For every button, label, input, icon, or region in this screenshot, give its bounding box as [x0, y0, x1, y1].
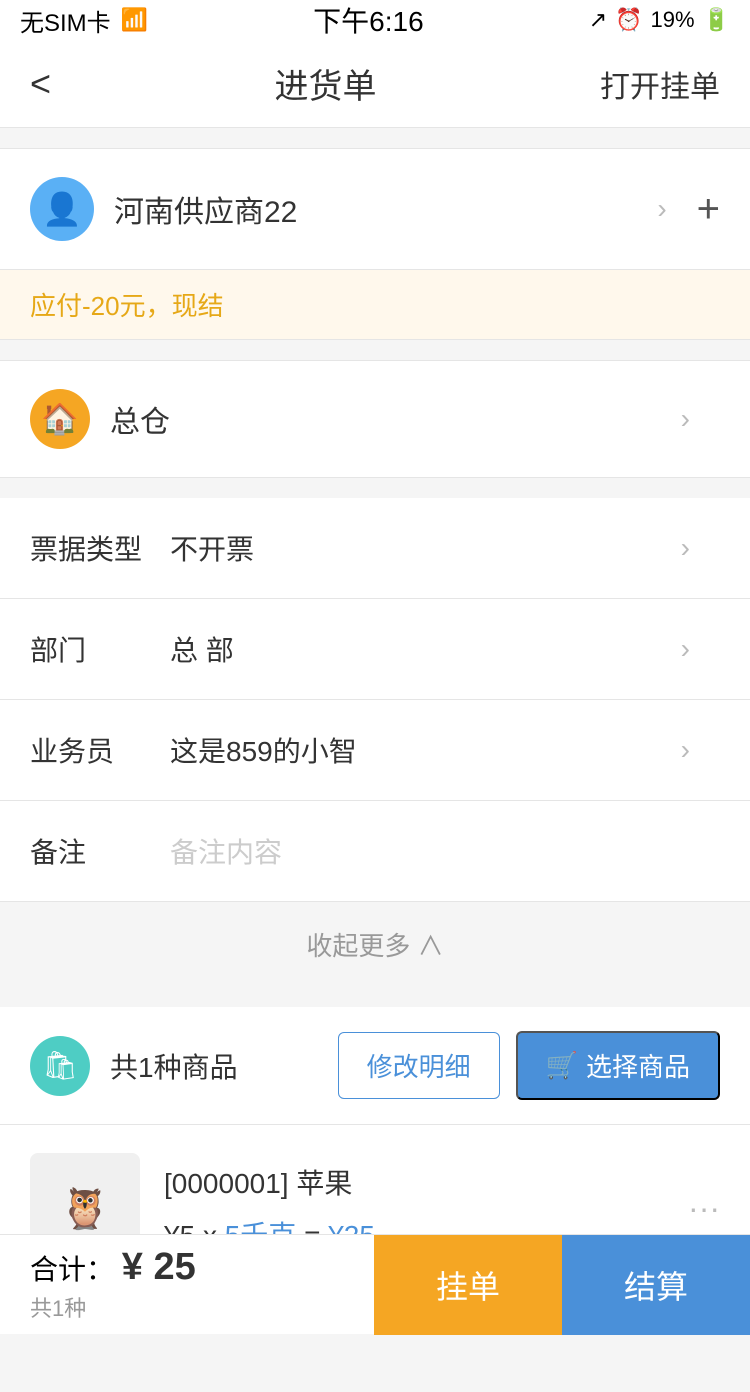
warehouse-section: 🏠 总仓 › [0, 360, 750, 478]
supplier-name: 河南供应商22 [114, 187, 657, 231]
salesman-row[interactable]: 业务员 这是859的小智 › [0, 700, 750, 801]
page-title: 进货单 [275, 59, 377, 108]
products-count: 共1种商品 [110, 1046, 338, 1086]
alarm-icon: ⏰ [615, 7, 642, 33]
products-icon: 🛍 [30, 1036, 90, 1096]
salesman-chevron-icon: › [681, 734, 690, 766]
warehouse-icon: 🏠 [30, 389, 90, 449]
department-chevron-icon: › [681, 633, 690, 665]
suspend-button[interactable]: 挂单 [374, 1235, 562, 1335]
product-title: 苹果 [296, 1168, 352, 1199]
department-label: 部门 [30, 629, 150, 669]
product-name: [0000001] 苹果 [164, 1162, 688, 1202]
warehouse-chevron-icon: › [681, 403, 690, 435]
bottom-bar: 合计： ¥ 25 共1种 挂单 结算 [0, 1234, 750, 1334]
product-code: [0000001] [164, 1168, 289, 1199]
shopping-bag-icon: 🛍 [42, 1049, 78, 1082]
total-amount: ¥ 25 [122, 1246, 196, 1288]
select-product-button[interactable]: 🛒 选择商品 [516, 1031, 720, 1100]
battery-text: 19% [651, 7, 695, 33]
remark-label: 备注 [30, 831, 150, 871]
supplier-avatar-icon: 👤 [42, 190, 82, 228]
supplier-chevron-icon: › [657, 193, 666, 225]
collapse-button[interactable]: 收起更多 ∧ [0, 901, 750, 987]
location-icon: ↗ [589, 7, 607, 33]
status-left: 无SIM卡 📶 [20, 3, 148, 38]
products-header: 🛍 共1种商品 修改明细 🛒 选择商品 [0, 1007, 750, 1125]
status-bar: 无SIM卡 📶 下午6:16 ↗ ⏰ 19% 🔋 [0, 0, 750, 40]
supplier-avatar: 👤 [30, 177, 94, 241]
total-section: 合计： ¥ 25 共1种 [0, 1246, 374, 1323]
remark-input[interactable]: 备注内容 [150, 831, 720, 871]
remark-row[interactable]: 备注 备注内容 [0, 801, 750, 901]
invoice-value: 不开票 [150, 528, 681, 568]
supplier-row[interactable]: 👤 河南供应商22 › + [0, 149, 750, 270]
checkout-button[interactable]: 结算 [562, 1235, 750, 1335]
product-thumb-icon: 🦉 [60, 1185, 110, 1232]
battery-icon: 🔋 [703, 7, 730, 33]
time-text: 下午6:16 [313, 0, 424, 40]
select-product-label: 选择商品 [586, 1047, 690, 1084]
supplier-notice: 应付-20元，现结 [0, 270, 750, 339]
wifi-icon: 📶 [121, 7, 148, 33]
department-value: 总 部 [150, 629, 681, 669]
total-label-row: 合计： ¥ 25 [30, 1246, 344, 1289]
edit-detail-button[interactable]: 修改明细 [338, 1032, 500, 1099]
invoice-label: 票据类型 [30, 528, 150, 568]
supplier-section: 👤 河南供应商22 › + 应付-20元，现结 [0, 148, 750, 340]
warehouse-row[interactable]: 🏠 总仓 › [0, 361, 750, 477]
salesman-label: 业务员 [30, 730, 150, 770]
add-button[interactable]: + [697, 187, 720, 232]
total-label: 合计： [30, 1254, 114, 1285]
department-row[interactable]: 部门 总 部 › [0, 599, 750, 700]
nav-bar: < 进货单 打开挂单 [0, 40, 750, 128]
invoice-chevron-icon: › [681, 532, 690, 564]
status-right: ↗ ⏰ 19% 🔋 [589, 7, 730, 33]
invoice-row[interactable]: 票据类型 不开票 › [0, 498, 750, 599]
cart-icon: 🛒 [546, 1050, 578, 1081]
salesman-value: 这是859的小智 [150, 730, 681, 770]
form-section: 票据类型 不开票 › 部门 总 部 › 业务员 这是859的小智 › 备注 备注… [0, 498, 750, 901]
product-more-button[interactable]: ··· [688, 1190, 720, 1227]
open-suspend-button[interactable]: 打开挂单 [600, 62, 720, 106]
total-count: 共1种 [30, 1291, 344, 1323]
back-button[interactable]: < [30, 63, 51, 105]
carrier-text: 无SIM卡 [20, 3, 111, 38]
warehouse-name: 总仓 [110, 397, 681, 441]
